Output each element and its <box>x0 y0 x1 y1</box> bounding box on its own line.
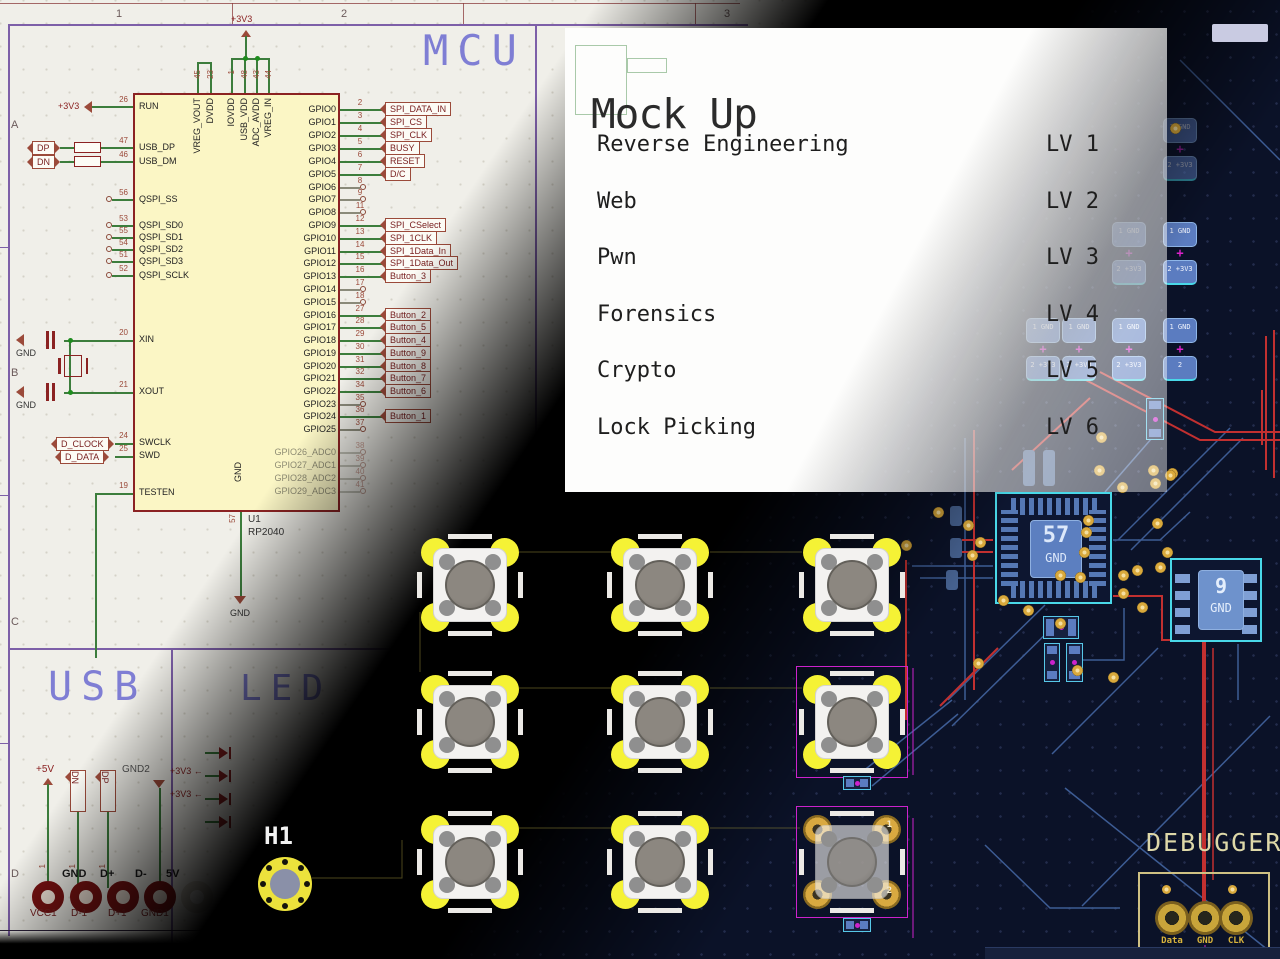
category-name: Crypto <box>597 358 677 383</box>
category-level: LV 5 <box>1046 358 1099 383</box>
category-level: LV 6 <box>1046 415 1099 440</box>
tactile-button <box>417 534 523 636</box>
scrollbar-thumb[interactable] <box>1212 24 1268 42</box>
category-name: Pwn <box>597 245 637 270</box>
button-plunger <box>635 697 685 747</box>
smd-part <box>843 918 871 932</box>
card-list-item: Lock Picking LV 6 <box>597 415 1117 440</box>
card-list-item: Forensics LV 4 <box>597 302 1117 327</box>
smd-part <box>843 776 871 790</box>
tactile-button <box>607 811 713 913</box>
card-list-item: Pwn LV 3 <box>597 245 1117 270</box>
tactile-button <box>607 534 713 636</box>
category-name: Forensics <box>597 302 717 327</box>
category-name: Lock Picking <box>597 415 756 440</box>
card-list-item: Web LV 2 <box>597 189 1117 214</box>
ghost-sheet-outline <box>627 58 667 73</box>
button-plunger <box>635 837 685 887</box>
h1-label: H1 <box>264 822 293 850</box>
button-plunger <box>445 837 495 887</box>
button-plunger <box>635 560 685 610</box>
hardware-badge-collage: 123 ABCD MCU USB LED 57 GND U1 RP2040 +3… <box>0 0 1280 959</box>
card-list-item: Reverse Engineering LV 1 <box>597 132 1117 157</box>
mounting-hole-h1 <box>258 857 312 911</box>
tactile-button <box>417 811 523 913</box>
category-level: LV 4 <box>1046 302 1099 327</box>
button-plunger <box>445 560 495 610</box>
tactile-button <box>417 671 523 773</box>
tactile-button <box>607 671 713 773</box>
mockup-card: Mock Up Reverse Engineering LV 1 Web LV … <box>565 28 1167 492</box>
category-name: Reverse Engineering <box>597 132 849 157</box>
category-name: Web <box>597 189 637 214</box>
button-plunger <box>827 560 877 610</box>
category-level: LV 1 <box>1046 132 1099 157</box>
tactile-button <box>796 666 908 778</box>
card-list-item: Crypto LV 5 <box>597 358 1117 383</box>
button-plunger <box>827 697 877 747</box>
category-level: LV 3 <box>1046 245 1099 270</box>
card-title: Mock Up <box>591 90 758 138</box>
button-plunger <box>445 697 495 747</box>
tactile-button <box>799 534 905 636</box>
button-plunger <box>827 837 877 887</box>
category-level: LV 2 <box>1046 189 1099 214</box>
tactile-button: 1 2 <box>796 806 908 918</box>
